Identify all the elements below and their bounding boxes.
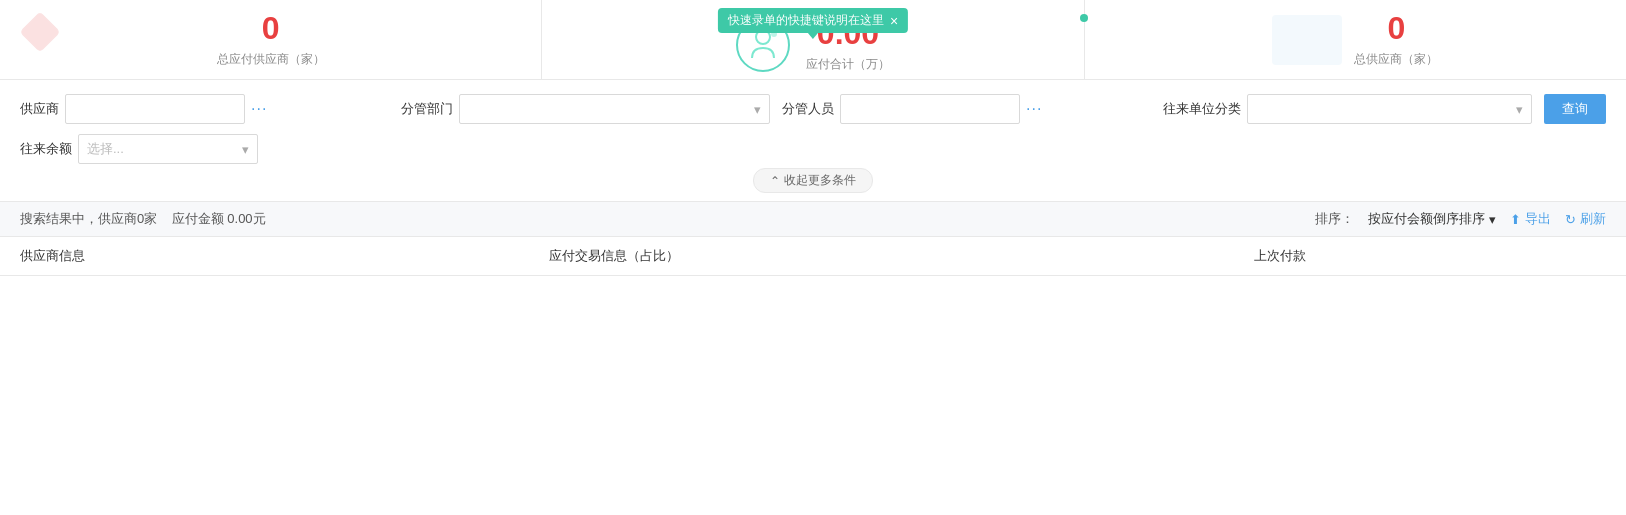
export-icon: ⬆ [1510,212,1521,227]
result-summary: 搜索结果中，供应商0家 应付金额 0.00元 [20,210,266,228]
total-payable-label: 总应付供应商（家） [217,51,325,68]
total-supplier-label: 总供应商（家） [1354,51,1438,68]
department-label: 分管部门 [401,100,453,118]
tooltip-text: 快速录单的快捷键说明在这里 [728,12,884,29]
unit-class-chevron-icon: ▾ [1516,102,1523,117]
table-body [0,276,1626,476]
person-input[interactable] [840,94,1020,124]
unit-class-label: 往来单位分类 [1163,100,1241,118]
department-chevron-icon: ▾ [754,102,761,117]
collapse-button[interactable]: ⌃ 收起更多条件 [753,168,873,193]
filter-row-second: 往来余额 选择... ▾ [20,134,1606,164]
stat-payable-total: 快速录单的快捷键说明在这里 × 0.00 应付合计（万） [542,0,1084,79]
sort-select[interactable]: 按应付会额倒序排序 ▾ [1368,210,1496,228]
col-transaction-header: 应付交易信息（占比） [549,247,1254,265]
stat-total-supplier: 0 总供应商（家） [1085,0,1626,79]
filter-bar: 供应商 ··· 分管部门 ▾ 分管人员 ··· 往来单位分类 ▾ [0,80,1626,202]
filter-balance: 往来余额 选择... ▾ [20,134,340,164]
payable-total-label: 应付合计（万） [806,56,890,73]
person-dots-btn[interactable]: ··· [1026,100,1042,118]
export-button[interactable]: ⬆ 导出 [1510,210,1551,228]
balance-chevron-icon: ▾ [242,142,249,157]
total-payable-number: 0 [262,11,280,46]
collapse-bar: ⌃ 收起更多条件 [20,168,1606,193]
shortcut-tooltip: 快速录单的快捷键说明在这里 × [718,8,908,33]
supplier-input[interactable] [65,94,245,124]
refresh-button[interactable]: ↻ 刷新 [1565,210,1606,228]
filter-supplier: 供应商 ··· [20,94,389,124]
result-bar: 搜索结果中，供应商0家 应付金额 0.00元 排序： 按应付会额倒序排序 ▾ ⬆… [0,202,1626,237]
col-lastpay-header: 上次付款 [1254,247,1606,265]
department-select[interactable]: ▾ [459,94,770,124]
filter-person: 分管人员 ··· [782,94,1151,124]
refresh-icon: ↻ [1565,212,1576,227]
result-text: 搜索结果中，供应商0家 [20,211,157,226]
table-header: 供应商信息 应付交易信息（占比） 上次付款 [0,237,1626,276]
supplier-image-placeholder [1272,15,1342,65]
collapse-label: 收起更多条件 [784,172,856,189]
sort-chevron-icon: ▾ [1489,212,1496,227]
export-label: 导出 [1525,210,1551,228]
person-label: 分管人员 [782,100,834,118]
diamond-logo-icon: 米 [18,10,62,54]
filter-row-first: 供应商 ··· 分管部门 ▾ 分管人员 ··· 往来单位分类 ▾ [20,94,1606,124]
col-supplier-header: 供应商信息 [20,247,549,265]
tooltip-close-btn[interactable]: × [890,14,898,28]
unit-class-select[interactable]: ▾ [1247,94,1532,124]
query-button[interactable]: 查询 [1544,94,1606,124]
supplier-dots-btn[interactable]: ··· [251,100,267,118]
sort-value: 按应付会额倒序排序 [1368,210,1485,228]
filter-unit-class: 往来单位分类 ▾ [1163,94,1532,124]
balance-placeholder: 选择... [87,140,124,158]
collapse-arrow-icon: ⌃ [770,174,780,188]
total-supplier-number: 0 [1387,11,1405,46]
supplier-label: 供应商 [20,100,59,118]
result-amount: 应付金额 0.00元 [172,211,266,226]
svg-text:米: 米 [34,26,47,38]
balance-select[interactable]: 选择... ▾ [78,134,258,164]
result-bar-right: 排序： 按应付会额倒序排序 ▾ ⬆ 导出 ↻ 刷新 [1315,210,1606,228]
tooltip-dot [1080,14,1088,22]
stats-bar: 米 0 总应付供应商（家） 快速录单的快捷键说明在这里 × [0,0,1626,80]
stat-total-payable: 米 0 总应付供应商（家） [0,0,542,79]
balance-label: 往来余额 [20,140,72,158]
sort-label: 排序： [1315,210,1354,228]
filter-department: 分管部门 ▾ [401,94,770,124]
refresh-label: 刷新 [1580,210,1606,228]
